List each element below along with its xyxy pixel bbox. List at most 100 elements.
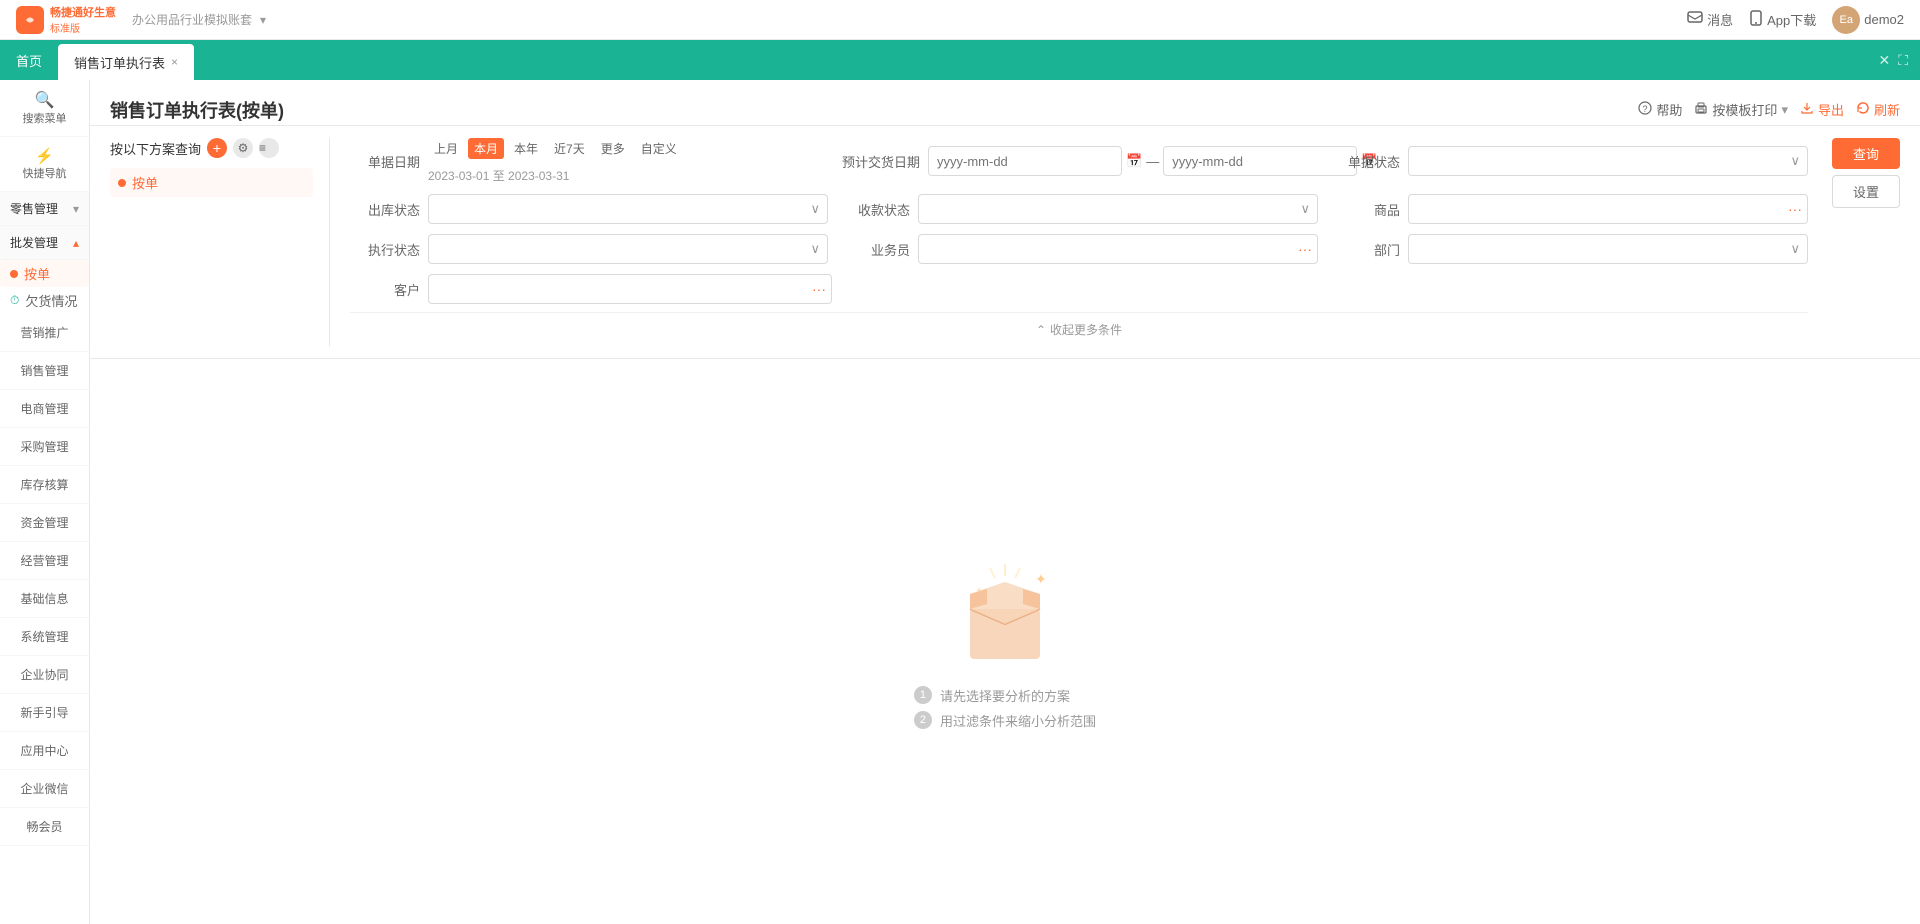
window-close-icon[interactable]: ✕ — [1878, 52, 1890, 69]
main-layout: 🔍 搜索菜单 ⚡ 快捷导航 零售管理 ▾ 批发管理 ▴ 按单 ⏱ 欠货情况 营销… — [0, 80, 1920, 924]
date-label: 单据日期 — [350, 152, 420, 171]
template-print-button[interactable]: 按模板打印 ▾ — [1694, 94, 1788, 125]
filter-row-4: 客户 ··· — [350, 274, 1808, 304]
payment-status-wrapper: ∨ — [918, 194, 1318, 224]
salesman-ellipsis-button[interactable]: ··· — [1298, 241, 1312, 257]
filter-row-3: 执行状态 ∨ 业务员 — [350, 234, 1808, 264]
sidebar-item-newguide[interactable]: 新手引导 — [0, 694, 89, 732]
search-icon: 🔍 — [35, 92, 55, 109]
customer-input[interactable] — [428, 274, 832, 304]
sidebar-item-purchase[interactable]: 采购管理 — [0, 428, 89, 466]
sidebar-item-ops[interactable]: 经营管理 — [0, 542, 89, 580]
sidebar-item-search[interactable]: 🔍 搜索菜单 — [0, 80, 89, 137]
date-tab-last-month[interactable]: 上月 — [428, 138, 464, 159]
phone-icon — [1749, 10, 1763, 29]
help-button[interactable]: ? 帮助 — [1638, 94, 1682, 125]
sidebar-item-ecommerce[interactable]: 电商管理 — [0, 390, 89, 428]
filter-stock-status: 出库状态 ∨ — [350, 194, 828, 224]
calendar-start-icon[interactable]: 📅 — [1126, 153, 1142, 169]
dept-select[interactable] — [1408, 234, 1808, 264]
sidebar-item-fund[interactable]: 资金管理 — [0, 504, 89, 542]
scheme-settings-button[interactable]: ⚙ — [233, 138, 253, 158]
message-button[interactable]: 消息 — [1687, 10, 1733, 29]
tab-close-icon[interactable]: × — [171, 55, 178, 69]
filter-goods-field: 商品 ··· — [1330, 194, 1808, 224]
date-tab-last7[interactable]: 近7天 — [548, 138, 591, 159]
scheme-collapse-button[interactable]: ≡ — [259, 138, 279, 158]
sidebar-item-basic[interactable]: 基础信息 — [0, 580, 89, 618]
empty-tip-1: 1 请先选择要分析的方案 — [914, 686, 1096, 705]
sidebar-item-system[interactable]: 系统管理 — [0, 618, 89, 656]
sidebar-item-member[interactable]: 畅会员 — [0, 808, 89, 846]
goods-ellipsis-button[interactable]: ··· — [1788, 201, 1802, 217]
page-title: 销售订单执行表(按单) — [110, 97, 284, 123]
tab-home[interactable]: 首页 — [0, 40, 58, 80]
svg-text:✦: ✦ — [1035, 571, 1047, 587]
sidebar: 🔍 搜索菜单 ⚡ 快捷导航 零售管理 ▾ 批发管理 ▴ 按单 ⏱ 欠货情况 营销… — [0, 80, 90, 924]
topbar-dropdown-icon[interactable]: ▾ — [260, 13, 266, 27]
salesman-input[interactable] — [918, 234, 1318, 264]
filter-dept-field: 部门 ∨ — [1330, 234, 1808, 264]
date-tab-more[interactable]: 更多 — [595, 138, 631, 159]
collapse-more-button[interactable]: ⌃ 收起更多条件 — [350, 312, 1808, 346]
window-maximize-icon[interactable]: ⛶ — [1898, 52, 1908, 69]
date-tab-current-year[interactable]: 本年 — [508, 138, 544, 159]
execution-status-label: 执行状态 — [350, 240, 420, 259]
action-buttons: 查询 设置 — [1832, 138, 1900, 346]
tip-2-number: 2 — [914, 711, 932, 729]
goods-input[interactable] — [1408, 194, 1808, 224]
refresh-button[interactable]: 刷新 — [1856, 94, 1900, 125]
message-icon — [1687, 10, 1703, 29]
filter-salesman-field: 业务员 ··· — [840, 234, 1318, 264]
tab-sales-order[interactable]: 销售订单执行表 × — [58, 44, 194, 80]
sidebar-item-retail[interactable]: 零售管理 ▾ — [0, 192, 89, 226]
stock-status-wrapper: ∨ — [428, 194, 828, 224]
date-tab-current-month[interactable]: 本月 — [468, 138, 504, 159]
settings-button[interactable]: 设置 — [1832, 175, 1900, 208]
export-icon — [1800, 101, 1814, 118]
sidebar-item-wholesale[interactable]: 批发管理 ▴ — [0, 226, 89, 260]
search-button[interactable]: 查询 — [1832, 138, 1900, 169]
customer-ellipsis-button[interactable]: ··· — [812, 281, 826, 297]
execution-status-wrapper: ∨ — [428, 234, 828, 264]
retail-expand-icon: ▾ — [73, 202, 79, 216]
sidebar-item-inventory[interactable]: 库存核算 — [0, 466, 89, 504]
filter-left-panel: 按以下方案查询 + ⚙ ≡ 按单 — [110, 138, 330, 346]
collapse-chevron-icon: ⌃ — [1036, 323, 1046, 337]
sidebar-item-sales[interactable]: 销售管理 — [0, 352, 89, 390]
page-header: 销售订单执行表(按单) ? 帮助 — [90, 80, 1920, 126]
tab-window-actions: ✕ ⛶ — [1866, 52, 1920, 69]
stock-status-select[interactable] — [428, 194, 828, 224]
filter-layout: 按以下方案查询 + ⚙ ≡ 按单 — [110, 138, 1900, 346]
add-scheme-button[interactable]: + — [207, 138, 227, 158]
print-dropdown-icon[interactable]: ▾ — [1781, 102, 1788, 118]
sidebar-sub-press-order[interactable]: 按单 — [0, 260, 89, 287]
user-menu[interactable]: Ea demo2 — [1832, 6, 1904, 34]
sidebar-item-appcenter[interactable]: 应用中心 — [0, 732, 89, 770]
logo-area: 畅捷通好生意 标准版 — [16, 4, 116, 35]
export-button[interactable]: 导出 — [1800, 94, 1844, 125]
expected-delivery-end[interactable] — [1163, 146, 1357, 176]
logo-text: 畅捷通好生意 标准版 — [50, 4, 116, 35]
date-range-text: 2023-03-01 至 2023-03-31 — [428, 167, 828, 184]
payment-status-select[interactable] — [918, 194, 1318, 224]
sidebar-item-enterprise[interactable]: 企业协同 — [0, 656, 89, 694]
app-download-button[interactable]: App下载 — [1749, 10, 1816, 29]
status-select[interactable] — [1408, 146, 1808, 176]
sidebar-item-marketing[interactable]: 营销推广 — [0, 314, 89, 352]
filter-expected-delivery: 预计交货日期 📅 — 📅 — [840, 146, 1318, 176]
sidebar-sub-arrears[interactable]: ⏱ 欠货情况 — [0, 287, 89, 314]
customer-label: 客户 — [350, 280, 420, 299]
sidebar-item-quicknav[interactable]: ⚡ 快捷导航 — [0, 137, 89, 192]
sidebar-item-wechat[interactable]: 企业微信 — [0, 770, 89, 808]
scheme-dot — [118, 179, 126, 187]
execution-status-select[interactable] — [428, 234, 828, 264]
svg-text:✦: ✦ — [975, 586, 983, 597]
scheme-press-order[interactable]: 按单 — [110, 168, 313, 197]
stock-status-label: 出库状态 — [350, 200, 420, 219]
date-tabs: 上月 本月 本年 近7天 更多 自定义 — [428, 138, 828, 159]
filter-row-2: 出库状态 ∨ 收款状态 — [350, 194, 1808, 224]
expected-delivery-start[interactable] — [928, 146, 1122, 176]
date-input-area: 上月 本月 本年 近7天 更多 自定义 2023-03-01 至 2023-03… — [428, 138, 828, 184]
date-tab-custom[interactable]: 自定义 — [635, 138, 683, 159]
